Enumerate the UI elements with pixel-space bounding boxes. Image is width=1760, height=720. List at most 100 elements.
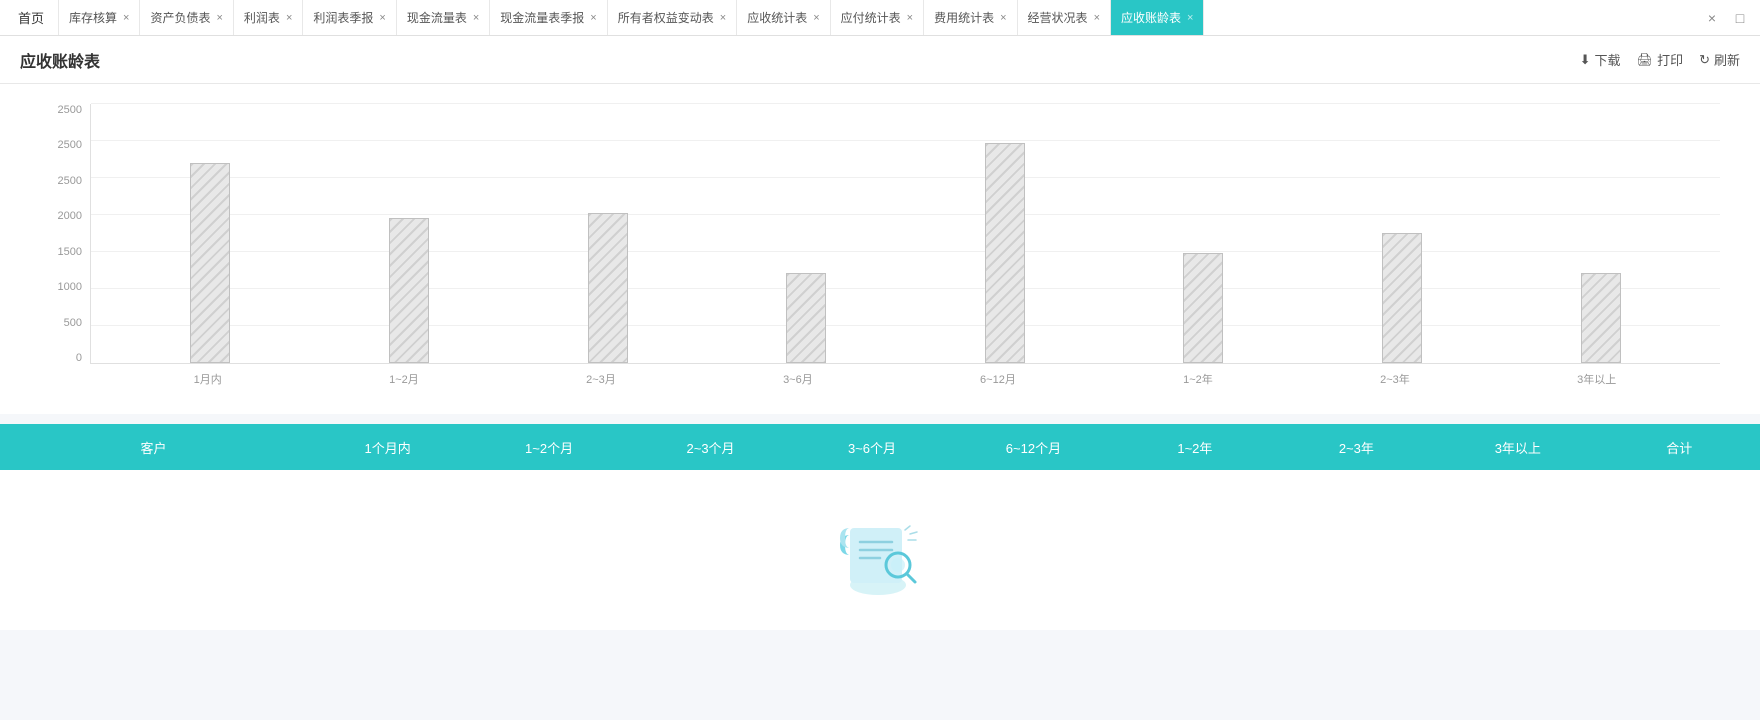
refresh-button[interactable]: ↻ 刷新	[1699, 50, 1740, 69]
download-label: 下载	[1595, 50, 1621, 69]
tab-close-equity[interactable]: ×	[720, 12, 726, 24]
tab-ar-aging[interactable]: 应收账龄表 ×	[1111, 0, 1204, 36]
th-3-6month: 3~6个月	[791, 438, 952, 457]
chart-container: 0 500 1000 1500 2000 2500 2500 2500	[40, 104, 1720, 394]
x-label-6-12month: 6~12月	[980, 371, 1016, 387]
tab-label-ar-aging: 应收账龄表	[1121, 9, 1181, 26]
x-label-2-3year: 2~3年	[1380, 371, 1410, 387]
tab-label-cashflow-quarter: 现金流量表季报	[500, 9, 584, 26]
print-icon: 🖨	[1637, 52, 1654, 68]
th-1month: 1个月内	[307, 438, 468, 457]
bar-3-plus-year	[1581, 273, 1621, 363]
y-label-0: 0	[40, 352, 90, 364]
th-1-2month: 1~2个月	[468, 438, 629, 457]
bar-3-6-month	[786, 273, 826, 363]
tab-close-profit[interactable]: ×	[286, 12, 292, 24]
x-label-1month: 1月内	[194, 371, 222, 387]
tab-ar-stat[interactable]: 应收统计表 ×	[737, 0, 830, 36]
download-icon: ⬇	[1580, 52, 1591, 68]
bar-group-5	[985, 143, 1025, 363]
tab-label-profit-quarter: 利润表季报	[313, 9, 373, 26]
y-label-1500: 1500	[40, 246, 90, 258]
tab-label-balance: 资产负债表	[150, 9, 210, 26]
tab-label-cashflow: 现金流量表	[407, 9, 467, 26]
window-maximize-button[interactable]: □	[1732, 10, 1748, 26]
x-axis: 1月内 1~2月 2~3月 3~6月 6~12月 1~2年 2~3年 3年以上	[90, 364, 1720, 394]
x-label-1-2year: 1~2年	[1183, 371, 1213, 387]
x-label-1-2month: 1~2月	[389, 371, 419, 387]
chart-plot	[90, 104, 1720, 364]
print-label: 打印	[1657, 50, 1683, 69]
tab-close-balance[interactable]: ×	[216, 12, 222, 24]
tab-profit[interactable]: 利润表 ×	[234, 0, 303, 36]
tab-close-inventory[interactable]: ×	[123, 12, 129, 24]
tab-bar: 首页 库存核算 × 资产负债表 × 利润表 × 利润表季报 × 现金流量表 × …	[0, 0, 1760, 36]
tab-close-cashflow[interactable]: ×	[473, 12, 479, 24]
main-content: 0 500 1000 1500 2000 2500 2500 2500	[0, 84, 1760, 720]
tab-inventory[interactable]: 库存核算 ×	[59, 0, 140, 36]
bar-2-3-month	[588, 213, 628, 363]
tab-close-ar-aging[interactable]: ×	[1187, 12, 1193, 24]
tab-close-ap-stat[interactable]: ×	[907, 12, 913, 24]
th-customer: 客户	[0, 438, 307, 457]
empty-state-icon	[830, 510, 930, 590]
tab-balance[interactable]: 资产负债表 ×	[140, 0, 233, 36]
tab-expense-stat[interactable]: 费用统计表 ×	[924, 0, 1017, 36]
refresh-label: 刷新	[1714, 50, 1740, 69]
window-controls: × □	[1704, 10, 1756, 26]
y-label-500: 500	[40, 317, 90, 329]
tab-profit-quarter[interactable]: 利润表季报 ×	[303, 0, 396, 36]
bar-1-2-year	[1183, 253, 1223, 363]
bar-group-6	[1183, 253, 1223, 363]
x-label-3-6month: 3~6月	[783, 371, 813, 387]
y-label-2000: 2000	[40, 210, 90, 222]
tab-label-expense-stat: 费用统计表	[934, 9, 994, 26]
page-title: 应收账龄表	[20, 48, 100, 72]
chart-section: 0 500 1000 1500 2000 2500 2500 2500	[0, 84, 1760, 414]
th-2-3month: 2~3个月	[630, 438, 791, 457]
tab-label-operations: 经营状况表	[1028, 9, 1088, 26]
bar-1-2-month	[389, 218, 429, 363]
th-2-3year: 2~3年	[1276, 438, 1437, 457]
print-button[interactable]: 🖨 打印	[1637, 50, 1684, 69]
tab-ap-stat[interactable]: 应付统计表 ×	[831, 0, 924, 36]
x-label-3plus: 3年以上	[1577, 371, 1616, 387]
tab-label-equity: 所有者权益变动表	[618, 9, 714, 26]
y-label-2500a: 2500	[40, 175, 90, 187]
tab-label-ap-stat: 应付统计表	[841, 9, 901, 26]
tab-close-expense-stat[interactable]: ×	[1000, 12, 1006, 24]
tab-cashflow-quarter[interactable]: 现金流量表季报 ×	[490, 0, 607, 36]
bar-group-1	[190, 163, 230, 363]
window-close-button[interactable]: ×	[1704, 10, 1720, 26]
tab-label-profit: 利润表	[244, 9, 280, 26]
empty-state	[0, 470, 1760, 630]
th-1-2year: 1~2年	[1114, 438, 1275, 457]
tab-close-operations[interactable]: ×	[1094, 12, 1100, 24]
th-3plus: 3年以上	[1437, 438, 1598, 457]
y-label-2500b: 2500	[40, 139, 90, 151]
tab-close-ar-stat[interactable]: ×	[813, 12, 819, 24]
header-actions: ⬇ 下载 🖨 打印 ↻ 刷新	[1580, 50, 1740, 69]
bar-1-month	[190, 163, 230, 363]
bar-2-3-year	[1382, 233, 1422, 363]
bar-group-8	[1581, 273, 1621, 363]
download-button[interactable]: ⬇ 下载	[1580, 50, 1621, 69]
bars-area	[91, 104, 1720, 363]
tab-home[interactable]: 首页	[4, 0, 59, 36]
tab-equity[interactable]: 所有者权益变动表 ×	[608, 0, 737, 36]
y-label-1000: 1000	[40, 281, 90, 293]
scroll-document-svg	[830, 510, 930, 600]
tab-cashflow[interactable]: 现金流量表 ×	[397, 0, 490, 36]
tab-close-cashflow-quarter[interactable]: ×	[590, 12, 596, 24]
th-6-12month: 6~12个月	[953, 438, 1114, 457]
tab-operations[interactable]: 经营状况表 ×	[1018, 0, 1111, 36]
bar-6-12-month	[985, 143, 1025, 363]
tab-label-inventory: 库存核算	[69, 9, 117, 26]
bar-group-4	[786, 273, 826, 363]
table-section: 客户 1个月内 1~2个月 2~3个月 3~6个月 6~12个月 1~2年 2~…	[0, 424, 1760, 630]
table-header: 客户 1个月内 1~2个月 2~3个月 3~6个月 6~12个月 1~2年 2~…	[0, 424, 1760, 470]
th-total: 合计	[1599, 438, 1760, 457]
bar-group-7	[1382, 233, 1422, 363]
y-label-2500c: 2500	[40, 104, 90, 116]
tab-close-profit-quarter[interactable]: ×	[379, 12, 385, 24]
